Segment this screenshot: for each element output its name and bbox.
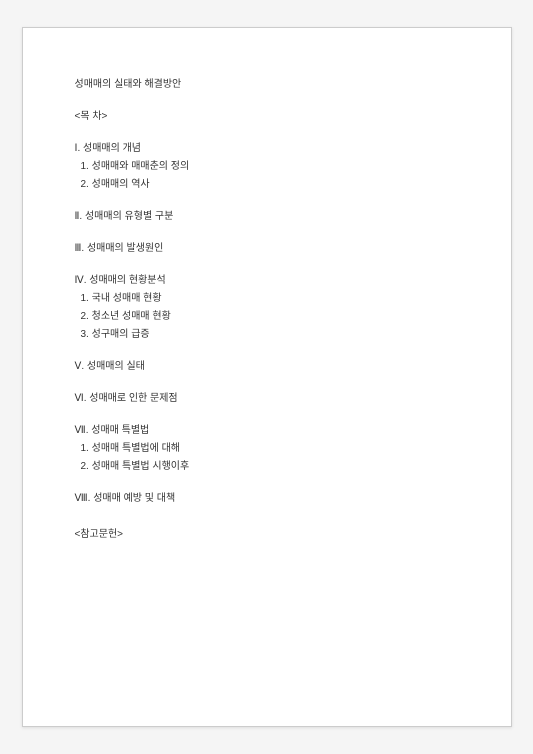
- section-8: Ⅷ. 성매매 예방 및 대책: [75, 490, 459, 508]
- sub-item: 1. 성매매와 매매춘의 정의: [75, 158, 459, 176]
- section-header: Ⅲ. 성매매의 발생원인: [75, 240, 459, 258]
- section-header: Ⅶ. 성매매 특별법: [75, 422, 459, 440]
- section-header: Ⅵ. 성매매로 인한 문제점: [75, 390, 459, 408]
- section-6: Ⅵ. 성매매로 인한 문제점: [75, 390, 459, 408]
- section-header: Ⅳ. 성매매의 현황분석: [75, 272, 459, 290]
- section-header: Ⅰ. 성매매의 개념: [75, 140, 459, 158]
- document-title: 성매매의 실태와 해결방안: [75, 76, 459, 94]
- document-page: 성매매의 실태와 해결방안 <목 차> Ⅰ. 성매매의 개념 1. 성매매와 매…: [22, 27, 512, 727]
- references-header: <참고문헌>: [75, 526, 459, 544]
- section-3: Ⅲ. 성매매의 발생원인: [75, 240, 459, 258]
- section-header: Ⅱ. 성매매의 유형별 구분: [75, 208, 459, 226]
- sub-item: 1. 성매매 특별법에 대해: [75, 440, 459, 458]
- toc-header: <목 차>: [75, 108, 459, 126]
- sub-item: 1. 국내 성매매 현황: [75, 290, 459, 308]
- sub-item: 2. 성매매의 역사: [75, 176, 459, 194]
- section-header: Ⅴ. 성매매의 실태: [75, 358, 459, 376]
- sub-item: 3. 성구매의 급증: [75, 326, 459, 344]
- sub-item: 2. 청소년 성매매 현황: [75, 308, 459, 326]
- section-2: Ⅱ. 성매매의 유형별 구분: [75, 208, 459, 226]
- section-4: Ⅳ. 성매매의 현황분석 1. 국내 성매매 현황 2. 청소년 성매매 현황 …: [75, 272, 459, 344]
- section-5: Ⅴ. 성매매의 실태: [75, 358, 459, 376]
- section-header: Ⅷ. 성매매 예방 및 대책: [75, 490, 459, 508]
- sub-item: 2. 성매매 특별법 시행이후: [75, 458, 459, 476]
- document-content: 성매매의 실태와 해결방안 <목 차> Ⅰ. 성매매의 개념 1. 성매매와 매…: [75, 76, 459, 544]
- section-1: Ⅰ. 성매매의 개념 1. 성매매와 매매춘의 정의 2. 성매매의 역사: [75, 140, 459, 194]
- section-7: Ⅶ. 성매매 특별법 1. 성매매 특별법에 대해 2. 성매매 특별법 시행이…: [75, 422, 459, 476]
